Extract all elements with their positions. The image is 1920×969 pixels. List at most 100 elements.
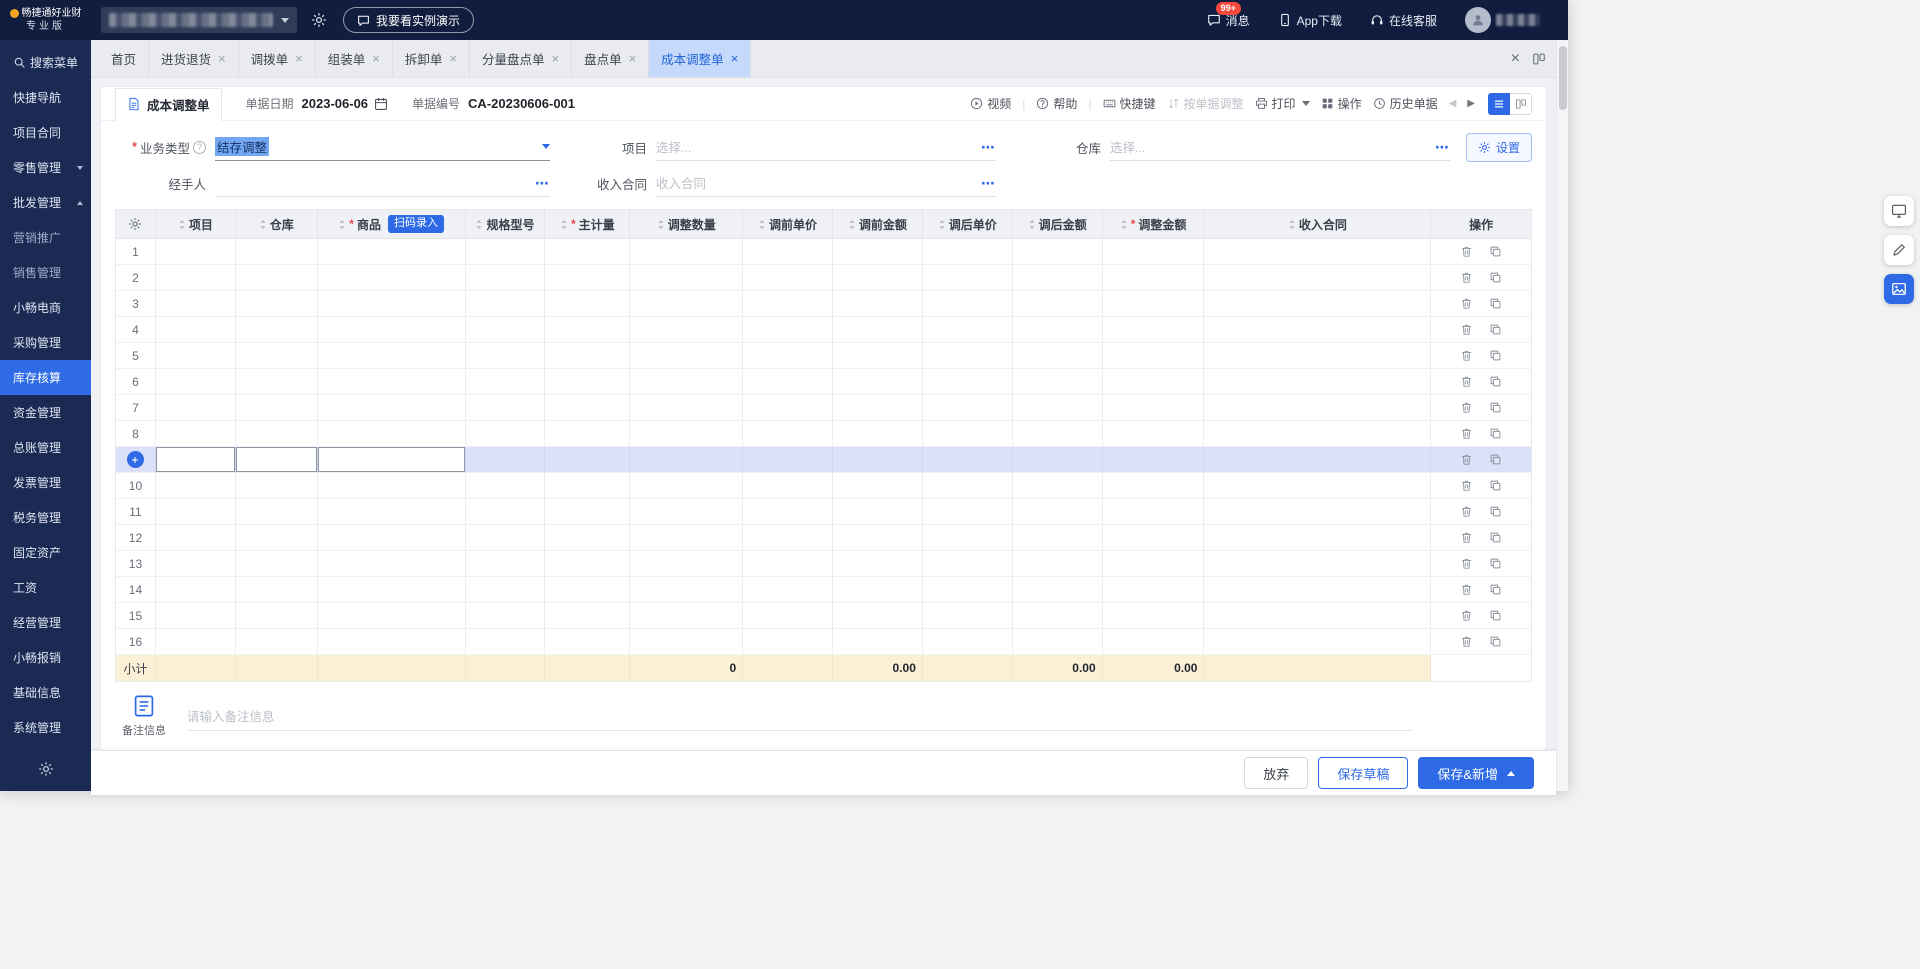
copy-row-icon[interactable]: [1489, 453, 1502, 466]
delete-row-icon[interactable]: [1460, 505, 1473, 518]
column-header-12[interactable]: 收入合同: [1204, 210, 1432, 238]
business-type-select[interactable]: 结存调整: [215, 134, 550, 161]
grid-cell[interactable]: [1204, 265, 1432, 290]
grid-cell[interactable]: [743, 447, 833, 472]
grid-cell[interactable]: [923, 447, 1013, 472]
board-view-toggle[interactable]: [1510, 92, 1532, 115]
grid-cell[interactable]: [1013, 395, 1103, 420]
copy-row-icon[interactable]: [1489, 583, 1502, 596]
grid-cell[interactable]: [1103, 291, 1205, 316]
tab-close-icon[interactable]: ×: [218, 52, 226, 65]
grid-cell[interactable]: [466, 525, 546, 550]
grid-cell[interactable]: [1204, 603, 1432, 628]
delete-row-icon[interactable]: [1460, 349, 1473, 362]
grid-cell[interactable]: [318, 577, 466, 602]
grid-cell[interactable]: [1103, 473, 1205, 498]
scan-entry-button[interactable]: 扫码录入: [387, 215, 444, 233]
grid-cell[interactable]: [545, 317, 631, 342]
grid-cell[interactable]: [743, 473, 833, 498]
grid-cell[interactable]: [156, 551, 236, 576]
grid-cell[interactable]: [1204, 525, 1432, 550]
grid-cell[interactable]: [923, 629, 1013, 654]
delete-row-icon[interactable]: [1460, 453, 1473, 466]
grid-cell[interactable]: [743, 291, 833, 316]
copy-row-icon[interactable]: [1489, 271, 1502, 284]
sort-icon[interactable]: [259, 219, 267, 230]
delete-row-icon[interactable]: [1460, 531, 1473, 544]
settings-button[interactable]: 设置: [1465, 132, 1532, 162]
floating-widget-monitor[interactable]: [1884, 196, 1914, 226]
grid-cell[interactable]: [156, 395, 236, 420]
grid-cell[interactable]: [923, 577, 1013, 602]
grid-cell[interactable]: [630, 421, 744, 446]
add-row-button[interactable]: [116, 447, 156, 472]
sidebar-item-12[interactable]: 总账管理: [0, 430, 91, 465]
delete-row-icon[interactable]: [1460, 427, 1473, 440]
sort-icon[interactable]: [1288, 219, 1296, 230]
copy-row-icon[interactable]: [1489, 349, 1502, 362]
sidebar-item-1[interactable]: 搜索菜单: [0, 45, 91, 80]
copy-row-icon[interactable]: [1489, 427, 1502, 440]
delete-row-icon[interactable]: [1460, 401, 1473, 414]
grid-cell[interactable]: [545, 499, 631, 524]
tab-close-icon[interactable]: ×: [551, 52, 559, 65]
grid-cell[interactable]: [923, 265, 1013, 290]
grid-cell[interactable]: [236, 291, 318, 316]
delete-row-icon[interactable]: [1460, 557, 1473, 570]
history-button[interactable]: 历史单据: [1373, 95, 1438, 112]
grid-cell[interactable]: [156, 499, 236, 524]
grid-cell[interactable]: [1103, 551, 1205, 576]
grid-cell[interactable]: [833, 395, 923, 420]
sort-icon[interactable]: [178, 219, 186, 230]
adjust-by-doc-button[interactable]: 按单据调整: [1167, 95, 1244, 112]
grid-cell[interactable]: [1013, 629, 1103, 654]
grid-cell[interactable]: [235, 447, 318, 472]
grid-cell[interactable]: [466, 447, 546, 472]
column-header-8[interactable]: 调前金额: [833, 210, 923, 238]
grid-cell[interactable]: [833, 447, 923, 472]
grid-cell[interactable]: [743, 551, 833, 576]
grid-cell[interactable]: [545, 577, 631, 602]
grid-cell[interactable]: [545, 525, 631, 550]
grid-cell[interactable]: [1013, 265, 1103, 290]
delete-row-icon[interactable]: [1460, 323, 1473, 336]
delete-row-icon[interactable]: [1460, 583, 1473, 596]
income-contract-input[interactable]: 收入合同 ⋯: [656, 170, 996, 197]
grid-settings-button[interactable]: [116, 210, 156, 238]
tab-8[interactable]: 成本调整单 ×: [649, 40, 752, 77]
grid-cell[interactable]: [743, 265, 833, 290]
delete-row-icon[interactable]: [1460, 245, 1473, 258]
tab-list-icon[interactable]: [1532, 52, 1546, 66]
grid-cell[interactable]: [923, 499, 1013, 524]
grid-cell[interactable]: [1013, 603, 1103, 628]
grid-cell[interactable]: [923, 291, 1013, 316]
sidebar-item-8[interactable]: 小畅电商: [0, 290, 91, 325]
tab-4[interactable]: 组装单 ×: [316, 40, 393, 77]
grid-cell[interactable]: [630, 265, 744, 290]
delete-row-icon[interactable]: [1460, 297, 1473, 310]
grid-cell[interactable]: [1013, 577, 1103, 602]
grid-cell[interactable]: [923, 421, 1013, 446]
app-download-button[interactable]: App下载: [1278, 12, 1342, 29]
grid-cell[interactable]: [545, 603, 631, 628]
grid-cell[interactable]: [833, 265, 923, 290]
grid-cell[interactable]: [236, 343, 318, 368]
grid-cell[interactable]: [923, 343, 1013, 368]
grid-cell[interactable]: [466, 291, 546, 316]
warehouse-select[interactable]: 选择... ⋯: [1110, 134, 1450, 161]
grid-cell[interactable]: [1013, 421, 1103, 446]
grid-cell[interactable]: [743, 317, 833, 342]
copy-row-icon[interactable]: [1489, 609, 1502, 622]
delete-row-icon[interactable]: [1460, 609, 1473, 622]
copy-row-icon[interactable]: [1489, 557, 1502, 570]
grid-cell[interactable]: [1103, 421, 1205, 446]
column-header-11[interactable]: * 调整金额: [1103, 210, 1205, 238]
discard-button[interactable]: 放弃: [1244, 757, 1309, 789]
grid-cell[interactable]: [1103, 629, 1205, 654]
grid-cell[interactable]: [545, 473, 631, 498]
grid-cell[interactable]: [743, 499, 833, 524]
copy-row-icon[interactable]: [1489, 635, 1502, 648]
grid-cell[interactable]: [236, 473, 318, 498]
column-header-13[interactable]: 操作: [1431, 210, 1531, 238]
grid-cell[interactable]: [630, 551, 744, 576]
